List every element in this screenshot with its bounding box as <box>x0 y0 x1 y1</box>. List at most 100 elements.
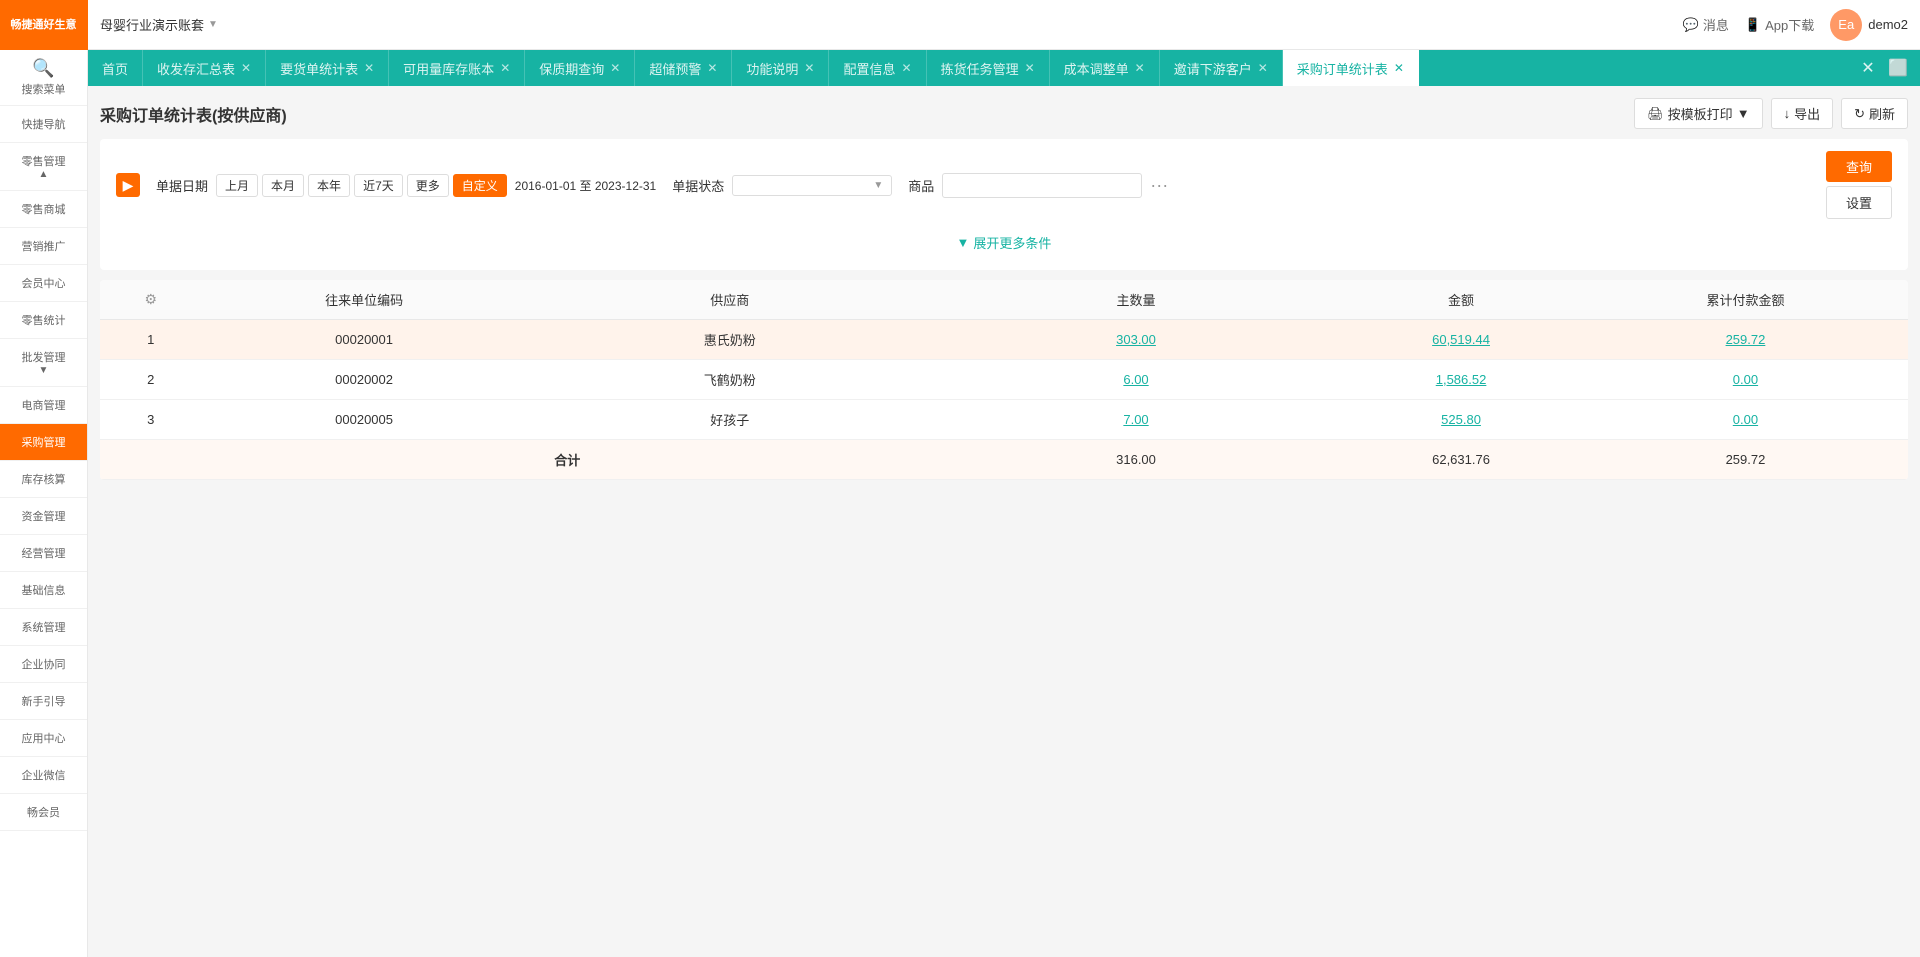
goods-more-button[interactable]: ··· <box>1150 175 1168 196</box>
tab-func-desc[interactable]: 功能说明 ✕ <box>732 50 829 86</box>
tab-close-all-button[interactable]: ✕ <box>1854 54 1882 82</box>
tab-invite-downstream[interactable]: 邀请下游客户 ✕ <box>1160 50 1283 86</box>
tab-pick-task[interactable]: 拣货任务管理 ✕ <box>927 50 1050 86</box>
tab-invite-downstream-label: 邀请下游客户 <box>1174 59 1252 78</box>
user-menu[interactable]: Ea demo2 <box>1830 9 1908 41</box>
page-content: 采购订单统计表(按供应商) 🖨 按模板打印 ▼ ↓ 导出 ↻ 刷新 <box>88 86 1920 957</box>
expand-more-button[interactable]: ▼ 展开更多条件 <box>951 227 1058 258</box>
table-footer-row: 合计 316.00 62,631.76 259.72 <box>100 440 1908 480</box>
tab-purchase-summary[interactable]: 采购订单统计表 ✕ <box>1283 50 1419 86</box>
status-select[interactable]: ▼ <box>732 175 892 196</box>
column-settings-icon[interactable]: ⚙ <box>145 291 158 307</box>
tab-overstock-warning-close[interactable]: ✕ <box>707 61 717 75</box>
topbar-right: 💬 消息 📱 App下载 Ea demo2 <box>1683 9 1908 41</box>
date-this-month-button[interactable]: 本月 <box>262 174 304 197</box>
export-icon: ↓ <box>1784 106 1791 121</box>
tab-maximize-button[interactable]: ⬜ <box>1884 54 1912 82</box>
refresh-button[interactable]: ↻ 刷新 <box>1841 98 1908 129</box>
row-amount[interactable]: 525.80 <box>1339 400 1583 440</box>
page-header: 采购订单统计表(按供应商) 🖨 按模板打印 ▼ ↓ 导出 ↻ 刷新 <box>100 98 1908 129</box>
row-amount[interactable]: 1,586.52 <box>1339 360 1583 400</box>
tab-usable-inventory-close[interactable]: ✕ <box>500 61 510 75</box>
status-select-arrow: ▼ <box>873 180 883 191</box>
col-code-header: 往来单位编码 <box>202 280 527 320</box>
app-download-button[interactable]: 📱 App下载 <box>1745 15 1814 34</box>
filter-row: ▶ 单据日期 上月 本月 本年 近7天 更多 自定义 2016-01-01 至 … <box>116 151 1892 219</box>
sidebar-item-member[interactable]: 会员中心 <box>0 265 87 302</box>
sidebar-item-retail-shop[interactable]: 零售商城 <box>0 191 87 228</box>
table-row[interactable]: 2 00020002 飞鹤奶粉 6.00 1,586.52 0.00 <box>100 360 1908 400</box>
row-quantity[interactable]: 7.00 <box>933 400 1339 440</box>
tab-overstock-warning[interactable]: 超储预警 ✕ <box>635 50 732 86</box>
row-code: 00020001 <box>202 320 527 360</box>
tab-cost-adjust-close[interactable]: ✕ <box>1135 61 1145 75</box>
tab-cost-adjust[interactable]: 成本调整单 ✕ <box>1050 50 1160 86</box>
sidebar-item-finance[interactable]: 资金管理 <box>0 498 87 535</box>
template-print-button[interactable]: 🖨 按模板打印 ▼ <box>1634 98 1762 129</box>
tab-goods-summary-close[interactable]: ✕ <box>364 61 374 75</box>
tab-usable-inventory-label: 可用量库存账本 <box>403 59 494 78</box>
date-last-month-button[interactable]: 上月 <box>216 174 258 197</box>
sidebar-item-retail[interactable]: 零售管理 ▲ <box>0 143 87 191</box>
template-arrow-icon: ▼ <box>1737 106 1750 121</box>
sidebar-item-vip[interactable]: 畅会员 <box>0 794 87 831</box>
sidebar-item-enterprise[interactable]: 企业协同 <box>0 646 87 683</box>
row-quantity[interactable]: 303.00 <box>933 320 1339 360</box>
sidebar-item-ecommerce[interactable]: 电商管理 <box>0 387 87 424</box>
account-switcher[interactable]: 母婴行业演示账套 ▼ <box>100 15 218 34</box>
table-row[interactable]: 1 00020001 惠氏奶粉 303.00 60,519.44 259.72 <box>100 320 1908 360</box>
row-paid[interactable]: 0.00 <box>1583 400 1908 440</box>
sidebar-item-basic[interactable]: 基础信息 <box>0 572 87 609</box>
tab-expiry-query-close[interactable]: ✕ <box>610 61 620 75</box>
tab-receive-summary[interactable]: 收发存汇总表 ✕ <box>143 50 266 86</box>
sidebar-item-operations[interactable]: 经营管理 <box>0 535 87 572</box>
sidebar-item-marketing[interactable]: 营销推广 <box>0 228 87 265</box>
table-row[interactable]: 3 00020005 好孩子 7.00 525.80 0.00 <box>100 400 1908 440</box>
date-this-year-button[interactable]: 本年 <box>308 174 350 197</box>
tab-overstock-warning-label: 超储预警 <box>649 59 701 78</box>
row-paid[interactable]: 0.00 <box>1583 360 1908 400</box>
date-7days-button[interactable]: 近7天 <box>354 174 403 197</box>
sidebar-item-quick-nav[interactable]: 快捷导航 <box>0 106 87 143</box>
search-icon: 🔍 <box>32 58 54 79</box>
filter-area: ▶ 单据日期 上月 本月 本年 近7天 更多 自定义 2016-01-01 至 … <box>100 139 1908 270</box>
sidebar-item-inventory[interactable]: 库存核算 <box>0 461 87 498</box>
date-more-button[interactable]: 更多 <box>407 174 449 197</box>
row-quantity[interactable]: 6.00 <box>933 360 1339 400</box>
tab-expiry-query[interactable]: 保质期查询 ✕ <box>525 50 635 86</box>
sidebar-item-guide[interactable]: 新手引导 <box>0 683 87 720</box>
export-button[interactable]: ↓ 导出 <box>1771 98 1834 129</box>
sidebar-item-wechat[interactable]: 企业微信 <box>0 757 87 794</box>
sidebar-item-purchase[interactable]: 采购管理 <box>0 424 87 461</box>
main-area: 母婴行业演示账套 ▼ 💬 消息 📱 App下载 Ea demo2 首页 <box>88 0 1920 957</box>
tab-usable-inventory[interactable]: 可用量库存账本 ✕ <box>389 50 525 86</box>
tab-goods-summary-label: 要货单统计表 <box>280 59 358 78</box>
tab-home[interactable]: 首页 <box>88 50 143 86</box>
sidebar-item-system[interactable]: 系统管理 <box>0 609 87 646</box>
tab-pick-task-close[interactable]: ✕ <box>1025 61 1035 75</box>
settings-button[interactable]: 设置 <box>1826 186 1892 219</box>
tab-func-desc-close[interactable]: ✕ <box>804 61 814 75</box>
tab-config-info-close[interactable]: ✕ <box>902 61 912 75</box>
goods-search-input[interactable] <box>942 173 1142 198</box>
expand-icon: ▼ <box>957 235 970 250</box>
row-amount[interactable]: 60,519.44 <box>1339 320 1583 360</box>
row-code: 00020005 <box>202 400 527 440</box>
date-custom-button[interactable]: 自定义 <box>453 174 507 197</box>
tab-invite-downstream-close[interactable]: ✕ <box>1258 61 1268 75</box>
tab-receive-summary-close[interactable]: ✕ <box>241 61 251 75</box>
tab-purchase-summary-close[interactable]: ✕ <box>1394 61 1404 75</box>
row-supplier: 飞鹤奶粉 <box>527 360 933 400</box>
query-button[interactable]: 查询 <box>1826 151 1892 182</box>
row-paid[interactable]: 259.72 <box>1583 320 1908 360</box>
logo-text: 畅捷通好生意 <box>11 18 77 32</box>
sidebar-item-search[interactable]: 🔍 搜索菜单 <box>0 50 87 106</box>
sidebar-item-retail-stats[interactable]: 零售统计 <box>0 302 87 339</box>
sidebar-item-wholesale[interactable]: 批发管理 ▼ <box>0 339 87 387</box>
message-button[interactable]: 💬 消息 <box>1683 15 1729 34</box>
tab-config-info[interactable]: 配置信息 ✕ <box>829 50 926 86</box>
row-index: 1 <box>100 320 202 360</box>
filter-toggle-button[interactable]: ▶ <box>116 173 140 197</box>
sidebar-item-app-center[interactable]: 应用中心 <box>0 720 87 757</box>
tab-goods-summary[interactable]: 要货单统计表 ✕ <box>266 50 389 86</box>
